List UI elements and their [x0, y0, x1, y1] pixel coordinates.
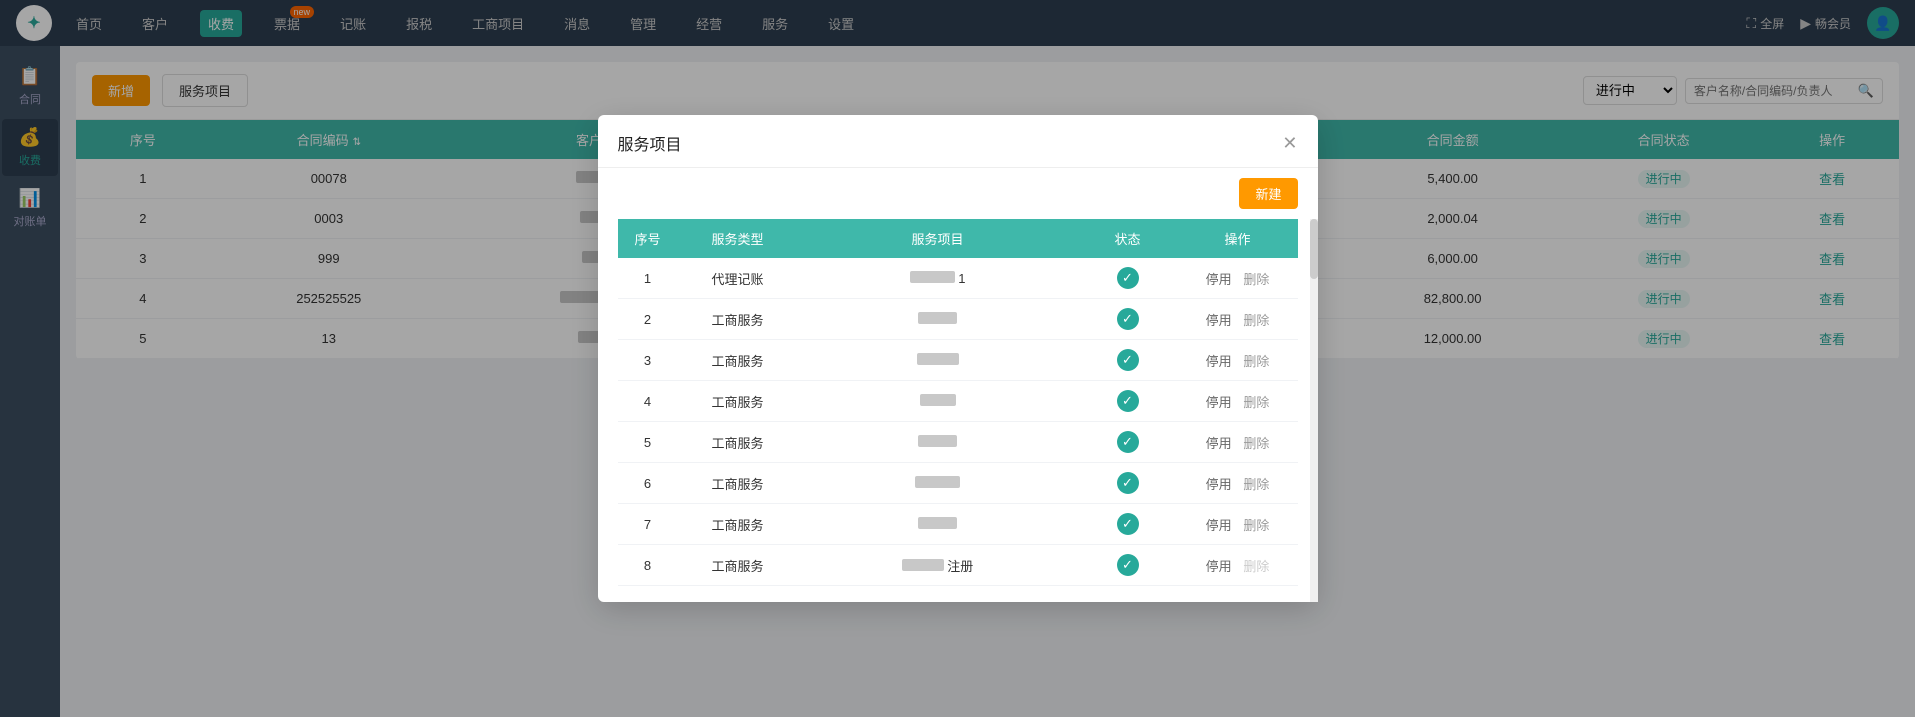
modal-cell-action: 停用 删除 — [1178, 422, 1298, 463]
scrollbar-track[interactable] — [1310, 219, 1318, 602]
modal-cell-seq: 2 — [618, 299, 678, 340]
modal-cell-item — [798, 422, 1078, 463]
blurred-item — [902, 559, 944, 571]
blurred-item — [910, 271, 955, 283]
modal-cell-type: 工商服务 — [678, 504, 798, 545]
modal-cell-action: 停用 删除 — [1178, 258, 1298, 299]
scrollbar-thumb[interactable] — [1310, 219, 1318, 279]
modal-overlay[interactable]: 服务项目 ✕ 新建 序号 服务类型 服务项目 状态 操作 1 代理记账 — [0, 0, 1915, 717]
modal-cell-seq: 6 — [618, 463, 678, 504]
modal-cell-seq: 7 — [618, 504, 678, 545]
delete-button[interactable]: 删除 — [1243, 518, 1269, 533]
modal-cell-item — [798, 381, 1078, 422]
modal-cell-status: ✓ — [1078, 381, 1178, 422]
modal-table-row: 1 代理记账 1 ✓ 停用 删除 — [618, 258, 1298, 299]
stop-button[interactable]: 停用 — [1206, 559, 1232, 574]
status-check-icon: ✓ — [1117, 349, 1139, 371]
modal-cell-status: ✓ — [1078, 299, 1178, 340]
modal-col-seq: 序号 — [618, 219, 678, 258]
stop-button[interactable]: 停用 — [1206, 518, 1232, 533]
modal-table-body: 1 代理记账 1 ✓ 停用 删除 2 工商服务 ✓ 停用 删除 3 工 — [618, 258, 1298, 586]
delete-button: 删除 — [1243, 559, 1269, 574]
modal-cell-type: 工商服务 — [678, 422, 798, 463]
stop-button[interactable]: 停用 — [1206, 477, 1232, 492]
modal-cell-status: ✓ — [1078, 504, 1178, 545]
stop-button[interactable]: 停用 — [1206, 395, 1232, 410]
modal-cell-item — [798, 340, 1078, 381]
modal-cell-type: 工商服务 — [678, 463, 798, 504]
delete-button[interactable]: 删除 — [1243, 354, 1269, 369]
modal-cell-type: 工商服务 — [678, 545, 798, 586]
stop-button[interactable]: 停用 — [1206, 313, 1232, 328]
service-items-modal: 服务项目 ✕ 新建 序号 服务类型 服务项目 状态 操作 1 代理记账 — [598, 115, 1318, 602]
modal-toolbar: 新建 — [598, 168, 1318, 219]
modal-title: 服务项目 — [618, 131, 682, 155]
modal-col-item: 服务项目 — [798, 219, 1078, 258]
status-check-icon: ✓ — [1117, 267, 1139, 289]
modal-col-type: 服务类型 — [678, 219, 798, 258]
stop-button[interactable]: 停用 — [1206, 436, 1232, 451]
modal-cell-seq: 1 — [618, 258, 678, 299]
modal-new-button[interactable]: 新建 — [1239, 178, 1297, 209]
stop-button[interactable]: 停用 — [1206, 272, 1232, 287]
modal-cell-action: 停用 删除 — [1178, 381, 1298, 422]
blurred-item — [915, 476, 960, 488]
modal-cell-type: 工商服务 — [678, 340, 798, 381]
delete-button[interactable]: 删除 — [1243, 436, 1269, 451]
modal-table-row: 6 工商服务 ✓ 停用 删除 — [618, 463, 1298, 504]
modal-cell-item: 注册 — [798, 545, 1078, 586]
blurred-item — [918, 312, 957, 324]
modal-col-action: 操作 — [1178, 219, 1298, 258]
blurred-item — [920, 394, 956, 406]
delete-button[interactable]: 删除 — [1243, 477, 1269, 492]
modal-cell-action: 停用 删除 — [1178, 340, 1298, 381]
modal-cell-seq: 5 — [618, 422, 678, 463]
modal-cell-action: 停用 删除 — [1178, 504, 1298, 545]
modal-cell-type: 工商服务 — [678, 299, 798, 340]
delete-button[interactable]: 删除 — [1243, 313, 1269, 328]
modal-cell-item: 1 — [798, 258, 1078, 299]
modal-cell-status: ✓ — [1078, 258, 1178, 299]
modal-cell-item — [798, 299, 1078, 340]
status-check-icon: ✓ — [1117, 431, 1139, 453]
modal-table-header: 序号 服务类型 服务项目 状态 操作 — [618, 219, 1298, 258]
modal-col-status: 状态 — [1078, 219, 1178, 258]
modal-cell-seq: 3 — [618, 340, 678, 381]
delete-button[interactable]: 删除 — [1243, 395, 1269, 410]
modal-cell-action: 停用 删除 — [1178, 299, 1298, 340]
delete-button[interactable]: 删除 — [1243, 272, 1269, 287]
modal-body: 序号 服务类型 服务项目 状态 操作 1 代理记账 1 ✓ 停用 删除 — [598, 219, 1318, 602]
modal-table-row: 7 工商服务 ✓ 停用 删除 — [618, 504, 1298, 545]
modal-header: 服务项目 ✕ — [598, 115, 1318, 168]
modal-cell-action: 停用 删除 — [1178, 463, 1298, 504]
blurred-item — [918, 435, 957, 447]
modal-cell-status: ✓ — [1078, 422, 1178, 463]
status-check-icon: ✓ — [1117, 554, 1139, 576]
modal-cell-status: ✓ — [1078, 545, 1178, 586]
status-check-icon: ✓ — [1117, 390, 1139, 412]
modal-cell-action: 停用 删除 — [1178, 545, 1298, 586]
service-table: 序号 服务类型 服务项目 状态 操作 1 代理记账 1 ✓ 停用 删除 — [618, 219, 1298, 586]
status-check-icon: ✓ — [1117, 308, 1139, 330]
modal-cell-item — [798, 463, 1078, 504]
modal-close-button[interactable]: ✕ — [1282, 134, 1297, 152]
modal-cell-item — [798, 504, 1078, 545]
modal-table-row: 2 工商服务 ✓ 停用 删除 — [618, 299, 1298, 340]
modal-table-row: 4 工商服务 ✓ 停用 删除 — [618, 381, 1298, 422]
modal-cell-seq: 8 — [618, 545, 678, 586]
modal-table-row: 3 工商服务 ✓ 停用 删除 — [618, 340, 1298, 381]
modal-cell-type: 工商服务 — [678, 381, 798, 422]
stop-button[interactable]: 停用 — [1206, 354, 1232, 369]
modal-table-row: 5 工商服务 ✓ 停用 删除 — [618, 422, 1298, 463]
blurred-item — [918, 517, 957, 529]
modal-cell-seq: 4 — [618, 381, 678, 422]
modal-cell-status: ✓ — [1078, 463, 1178, 504]
modal-table-row: 8 工商服务 注册 ✓ 停用 删除 — [618, 545, 1298, 586]
status-check-icon: ✓ — [1117, 513, 1139, 535]
blurred-item — [917, 353, 959, 365]
modal-cell-status: ✓ — [1078, 340, 1178, 381]
status-check-icon: ✓ — [1117, 472, 1139, 494]
modal-cell-type: 代理记账 — [678, 258, 798, 299]
